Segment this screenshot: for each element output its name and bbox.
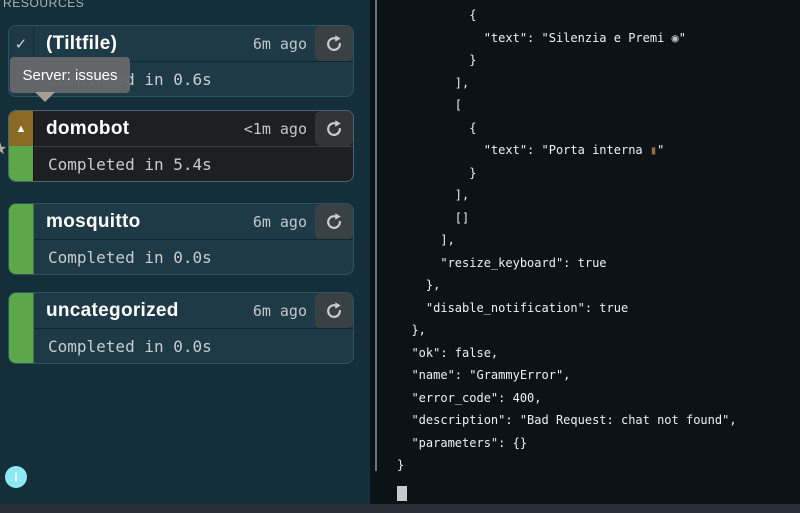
- trigger-update-button[interactable]: [315, 204, 353, 239]
- resource-time: 6m ago: [252, 301, 307, 320]
- log-line: "name": "GrammyError",: [397, 368, 571, 382]
- terminal-cursor: [397, 486, 407, 501]
- log-line: [: [397, 98, 463, 112]
- log-line: },: [397, 278, 441, 292]
- resources-header: RESOURCES: [3, 0, 85, 10]
- resource-status-text: Completed in 0.0s: [48, 336, 212, 356]
- resource-card-domobot[interactable]: ▲ domobot <1m ago Completed in 5.4s: [8, 110, 354, 182]
- log-line: "disable_notification": true: [397, 300, 629, 315]
- log-line: "text": "Porta interna ▮": [397, 143, 665, 157]
- log-pane[interactable]: { "text": "Silenzia e Premi ◉" } ], [ { …: [370, 0, 800, 504]
- log-line: ],: [397, 233, 455, 247]
- bottom-bar: [0, 504, 800, 513]
- trigger-update-button[interactable]: [315, 293, 353, 328]
- tooltip-arrow: [35, 92, 55, 102]
- trigger-update-button[interactable]: [315, 111, 353, 146]
- star-icon[interactable]: ★: [0, 142, 7, 158]
- resource-status-text: Completed in 0.0s: [48, 247, 212, 267]
- radio-button-emoji: ◉: [671, 30, 679, 45]
- log-line: }: [397, 53, 477, 67]
- resource-name: uncategorized: [46, 299, 179, 321]
- log-line: "description": "Bad Request: chat not fo…: [397, 413, 737, 427]
- log-line: {: [397, 8, 477, 22]
- tooltip: Server: issues: [10, 57, 130, 93]
- resource-name: (Tiltfile): [46, 32, 118, 54]
- build-status-column: [9, 293, 34, 363]
- log-line: ],: [397, 188, 470, 202]
- trigger-update-button[interactable]: [315, 26, 353, 61]
- resource-card-mosquitto[interactable]: mosquitto 6m ago Completed in 0.0s: [8, 203, 354, 275]
- refresh-icon: [327, 212, 341, 229]
- log-text: { "text": "Silenzia e Premi ◉" } ], [ { …: [397, 4, 737, 477]
- log-line: []: [397, 210, 470, 225]
- build-status-column: ▲: [9, 111, 34, 181]
- check-icon: ✓: [14, 35, 28, 53]
- log-line: }: [397, 165, 477, 180]
- resource-time: <1m ago: [243, 119, 307, 138]
- resource-name: domobot: [46, 117, 130, 139]
- log-segment-indicator: [375, 0, 377, 471]
- refresh-icon: [327, 301, 341, 318]
- log-line: "error_code": 400,: [397, 390, 542, 405]
- log-line: "parameters": {}: [397, 435, 528, 450]
- log-line: "ok": false,: [397, 345, 499, 360]
- log-line: ],: [397, 75, 470, 90]
- tooltip-text: Server: issues: [22, 66, 118, 84]
- log-line: },: [397, 323, 426, 337]
- resource-card-uncategorized[interactable]: uncategorized 6m ago Completed in 0.0s: [8, 292, 354, 364]
- log-line: {: [397, 120, 477, 135]
- resource-time: 6m ago: [252, 212, 307, 231]
- log-line: }: [397, 458, 405, 472]
- info-icon: i: [14, 469, 18, 485]
- info-button[interactable]: i: [5, 466, 27, 488]
- door-emoji: ▮: [649, 143, 658, 157]
- refresh-icon: [327, 34, 341, 51]
- build-status-column: [9, 204, 34, 274]
- log-line: "text": "Silenzia e Premi ◉": [397, 30, 687, 45]
- resources-sidebar: RESOURCES ✓ (Tiltfile) 6m ago Completed …: [0, 0, 370, 504]
- resource-time: 6m ago: [252, 34, 307, 53]
- resource-status-text: Completed in 5.4s: [48, 154, 212, 174]
- warning-triangle-icon: ▲: [15, 122, 27, 135]
- refresh-icon: [327, 119, 341, 136]
- resource-name: mosquitto: [46, 210, 141, 232]
- log-line: "resize_keyboard": true: [397, 255, 607, 270]
